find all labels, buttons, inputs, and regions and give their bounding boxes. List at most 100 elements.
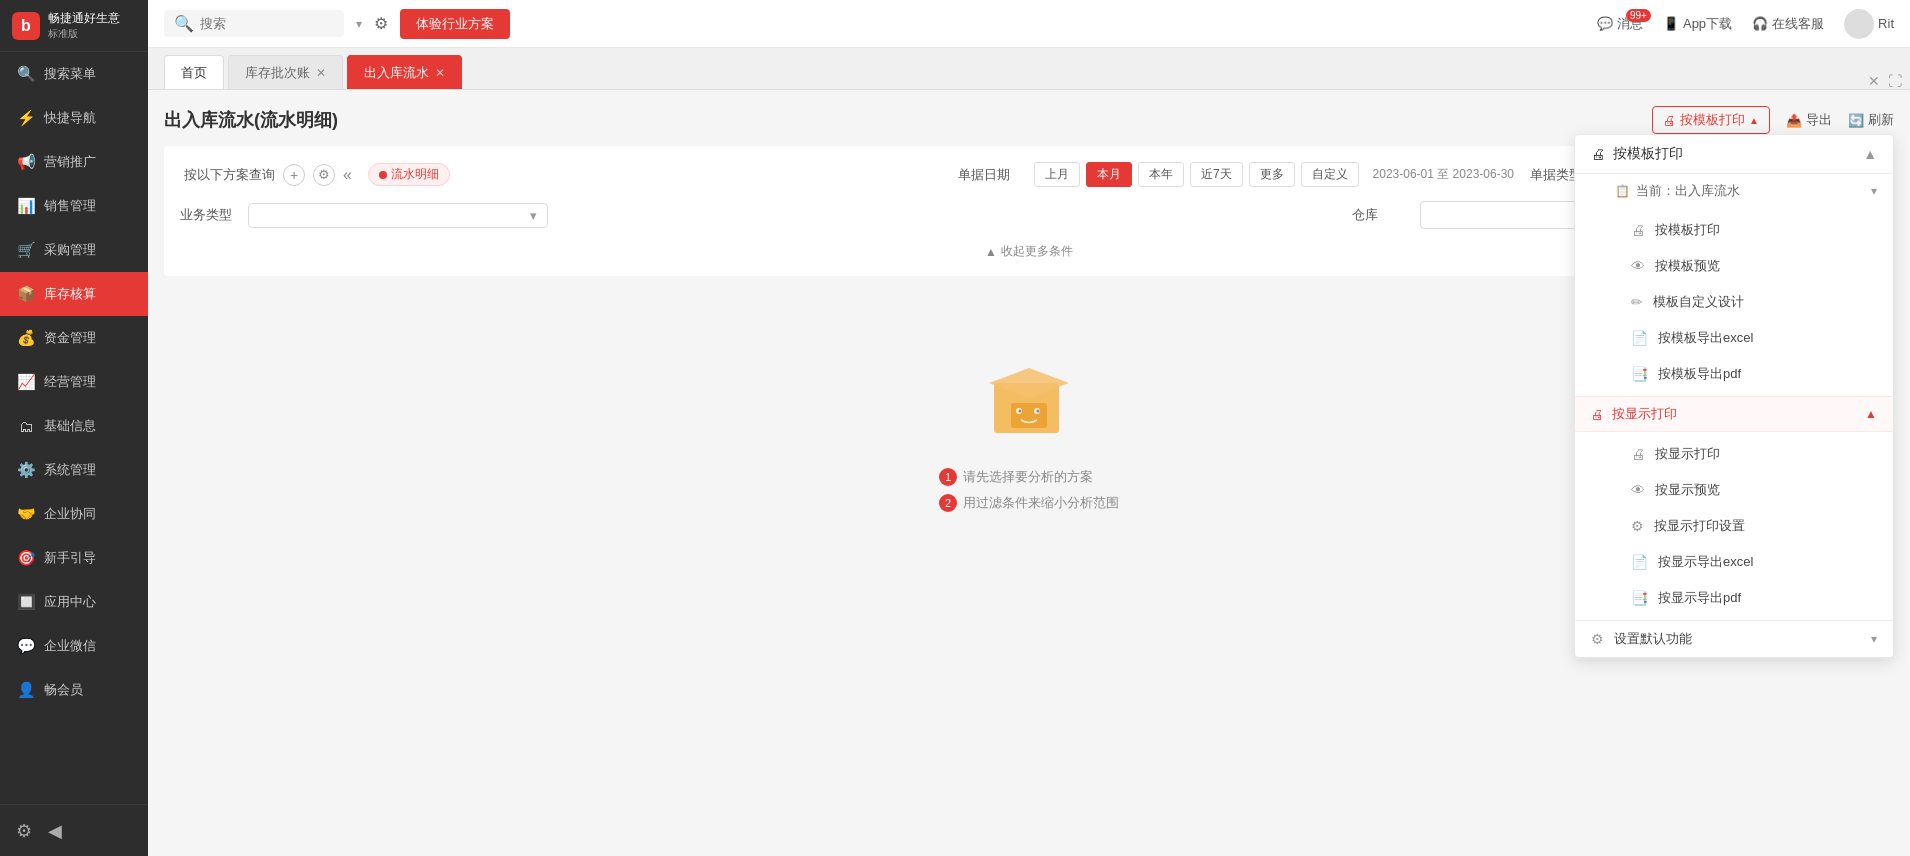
sidebar-item-guide[interactable]: 🎯 新手引导	[0, 536, 148, 580]
settings-footer-btn[interactable]: ⚙	[16, 820, 32, 842]
apps-icon: 🔲	[16, 592, 36, 612]
tab-batch[interactable]: 库存批次账 ✕	[228, 55, 343, 89]
close-window-btn[interactable]: ✕	[1868, 73, 1880, 89]
message-badge: 99+	[1626, 9, 1651, 22]
online-service-btn[interactable]: 🎧 在线客服	[1752, 15, 1824, 33]
sidebar-footer: ⚙ ◀	[0, 804, 148, 856]
page-content: 出入库流水(流水明细) 🖨 按模板打印 ▲ 📤 导出 🔄 刷新	[148, 90, 1910, 856]
topbar-right: 💬 消息 99+ 📱 App下载 🎧 在线客服 Rit	[1597, 9, 1894, 39]
display-section-arrow[interactable]: ▲	[1865, 407, 1877, 421]
df-settings-icon: ⚙	[1591, 631, 1604, 647]
template-export-pdf-item[interactable]: 📑 按模板导出pdf	[1575, 356, 1893, 392]
tab-flow-close[interactable]: ✕	[435, 66, 445, 80]
sidebar-item-operations[interactable]: 📈 经营管理	[0, 360, 148, 404]
filter-add-button[interactable]: +	[283, 164, 305, 186]
date-range-display: 2023-06-01 至 2023-06-30	[1373, 166, 1514, 183]
sidebar-item-wechat[interactable]: 💬 企业微信	[0, 624, 148, 668]
refresh-button[interactable]: 🔄 刷新	[1848, 111, 1894, 129]
marketing-icon: 📢	[16, 152, 36, 172]
sidebar-item-member[interactable]: 👤 畅会员	[0, 668, 148, 712]
export-button[interactable]: 📤 导出	[1786, 111, 1832, 129]
sidebar-item-inventory[interactable]: 📦 库存核算	[0, 272, 148, 316]
template-export-excel-item[interactable]: 📄 按模板导出excel	[1575, 320, 1893, 356]
dropdown-printer-icon: 🖨	[1591, 146, 1605, 162]
dp-preview-icon: 👁	[1631, 482, 1645, 498]
topbar-search-box[interactable]: 🔍	[164, 10, 344, 37]
sidebar-item-base[interactable]: 🗂 基础信息	[0, 404, 148, 448]
tab-batch-close[interactable]: ✕	[316, 66, 326, 80]
sales-icon: 📊	[16, 196, 36, 216]
collab-icon: 🤝	[16, 504, 36, 524]
template-preview-item[interactable]: 👁 按模板预览	[1575, 248, 1893, 284]
tab-home[interactable]: 首页	[164, 55, 224, 89]
sidebar-item-search[interactable]: 🔍 搜索菜单	[0, 52, 148, 96]
empty-hints: 1 请先选择要分析的方案 2 用过滤条件来缩小分析范围	[939, 468, 1119, 520]
message-btn[interactable]: 💬 消息 99+	[1597, 15, 1643, 33]
topbar-gear-icon[interactable]: ⚙	[374, 14, 388, 33]
app-download-btn[interactable]: 📱 App下载	[1663, 15, 1732, 33]
sidebar-item-finance[interactable]: 💰 资金管理	[0, 316, 148, 360]
search-nav-icon: 🔍	[16, 64, 36, 84]
sidebar-item-purchase[interactable]: 🛒 采购管理	[0, 228, 148, 272]
sidebar-nav: 🔍 搜索菜单 ⚡ 快捷导航 📢 营销推广 📊 销售管理 🛒 采购管理 📦 库存核…	[0, 52, 148, 804]
svg-point-5	[1037, 410, 1040, 413]
template-print-item[interactable]: 🖨 按模板打印	[1575, 212, 1893, 248]
display-print-section-header[interactable]: 🖨 按显示打印 ▲	[1575, 396, 1893, 432]
display-export-excel-item[interactable]: 📄 按显示导出excel	[1575, 544, 1893, 580]
filter-quick-actions: 按以下方案查询 + ⚙ «	[184, 164, 352, 186]
tag-dot	[379, 171, 387, 179]
dropdown-collapse-btn[interactable]: ▲	[1863, 146, 1877, 162]
sidebar: b 畅捷通好生意 标准版 🔍 搜索菜单 ⚡ 快捷导航 📢 营销推广 📊 销售管理…	[0, 0, 148, 856]
template-custom-item[interactable]: ✏ 模板自定义设计	[1575, 284, 1893, 320]
logo-text: 畅捷通好生意 标准版	[48, 11, 120, 40]
sidebar-item-system[interactable]: ⚙️ 系统管理	[0, 448, 148, 492]
avatar	[1844, 9, 1874, 39]
date-tag-last-month[interactable]: 上月	[1034, 162, 1080, 187]
page-title: 出入库流水(流水明细)	[164, 108, 338, 132]
date-tag-7days[interactable]: 近7天	[1190, 162, 1243, 187]
search-icon: 🔍	[174, 14, 194, 33]
current-template-arrow[interactable]: ▾	[1871, 184, 1877, 198]
sidebar-item-collab[interactable]: 🤝 企业协同	[0, 492, 148, 536]
search-input[interactable]	[200, 16, 320, 31]
maximize-window-btn[interactable]: ⛶	[1888, 73, 1902, 89]
dropdown-current-template: 📋 当前：出入库流水 ▾	[1575, 174, 1893, 208]
template-print-section: 🖨 按模板打印 👁 按模板预览 ✏ 模板自定义设计 📄 按模板导出excel 📑	[1575, 208, 1893, 396]
display-preview-item[interactable]: 👁 按显示预览	[1575, 472, 1893, 508]
date-tag-custom[interactable]: 自定义	[1301, 162, 1359, 187]
display-export-pdf-item[interactable]: 📑 按显示导出pdf	[1575, 580, 1893, 616]
guide-icon: 🎯	[16, 548, 36, 568]
topbar: 🔍 ▾ ⚙ 体验行业方案 💬 消息 99+ 📱 App下载 🎧 在线客服 Rit	[148, 0, 1910, 48]
search-chevron-icon[interactable]: ▾	[356, 17, 362, 31]
display-print-item[interactable]: 🖨 按显示打印	[1575, 436, 1893, 472]
dp-settings-icon: ⚙	[1631, 518, 1644, 534]
sidebar-item-sales[interactable]: 📊 销售管理	[0, 184, 148, 228]
inventory-icon: 📦	[16, 284, 36, 304]
set-default-function-item[interactable]: ⚙ 设置默认功能 ▾	[1575, 620, 1893, 657]
tab-flow[interactable]: 出入库流水 ✕	[347, 55, 462, 89]
sidebar-item-shortcut[interactable]: ⚡ 快捷导航	[0, 96, 148, 140]
date-tag-more[interactable]: 更多	[1249, 162, 1295, 187]
finance-icon: 💰	[16, 328, 36, 348]
date-tag-this-month[interactable]: 本月	[1086, 162, 1132, 187]
active-filter-tag[interactable]: 流水明细	[368, 163, 450, 186]
industry-solution-button[interactable]: 体验行业方案	[400, 9, 510, 39]
refresh-icon: 🔄	[1848, 113, 1864, 128]
printer-icon: 🖨	[1663, 113, 1676, 128]
date-tag-this-year[interactable]: 本年	[1138, 162, 1184, 187]
sidebar-item-marketing[interactable]: 📢 营销推广	[0, 140, 148, 184]
filter-settings-button[interactable]: ⚙	[313, 164, 335, 186]
collapse-sidebar-btn[interactable]: ◀	[48, 820, 62, 842]
filter-collapse-icon[interactable]: «	[343, 166, 352, 184]
template-print-button[interactable]: 🖨 按模板打印 ▲	[1652, 106, 1770, 134]
operations-icon: 📈	[16, 372, 36, 392]
system-icon: ⚙️	[16, 460, 36, 480]
user-avatar-area[interactable]: Rit	[1844, 9, 1894, 39]
app-icon: 📱	[1663, 16, 1679, 31]
chevron-up-icon: ▲	[1749, 115, 1759, 126]
sidebar-item-apps[interactable]: 🔲 应用中心	[0, 580, 148, 624]
date-filter-group: 上月 本月 本年 近7天 更多 自定义 2023-06-01 至 2023-06…	[1034, 162, 1514, 187]
display-print-settings-item[interactable]: ⚙ 按显示打印设置	[1575, 508, 1893, 544]
print-dropdown-panel: 🖨 按模板打印 ▲ 📋 当前：出入库流水 ▾ 🖨 按模板打印	[1574, 134, 1894, 658]
business-type-select[interactable]: ▾	[248, 203, 548, 228]
